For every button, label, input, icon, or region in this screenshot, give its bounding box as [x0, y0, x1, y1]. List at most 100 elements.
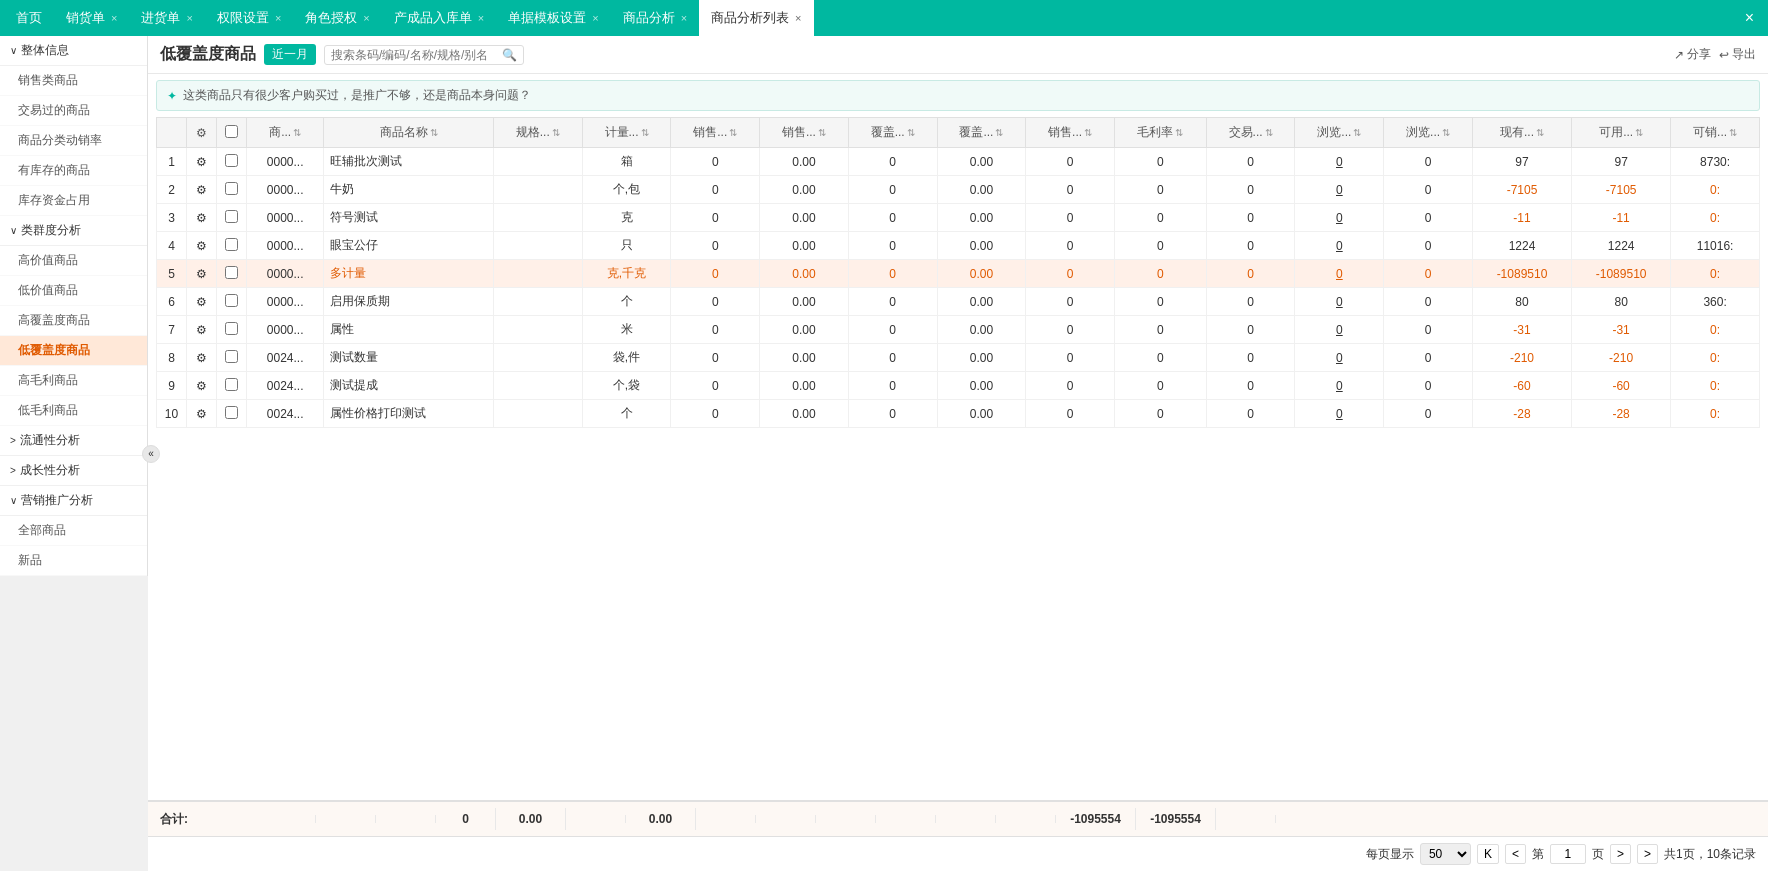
browse1-link[interactable]: 0: [1336, 379, 1343, 393]
row-browse1[interactable]: 0: [1295, 260, 1384, 288]
row-settings[interactable]: ⚙: [187, 176, 217, 204]
browse1-link[interactable]: 0: [1336, 351, 1343, 365]
row-settings[interactable]: ⚙: [187, 316, 217, 344]
nav-item-商品分析[interactable]: 商品分析×: [611, 0, 699, 36]
sidebar-section-成长性分析[interactable]: >成长性分析: [0, 456, 147, 486]
col-header-settings[interactable]: ⚙: [187, 118, 217, 148]
col-header-checkbox[interactable]: [217, 118, 247, 148]
page-number-input[interactable]: [1550, 844, 1586, 864]
sort-icon[interactable]: ⇅: [1265, 127, 1273, 138]
sidebar-item-低毛利商品[interactable]: 低毛利商品: [0, 396, 147, 426]
row-settings[interactable]: ⚙: [187, 204, 217, 232]
nav-close-icon[interactable]: ×: [363, 12, 369, 24]
sort-icon[interactable]: ⇅: [1175, 127, 1183, 138]
row-select-checkbox[interactable]: [225, 210, 238, 223]
sort-icon[interactable]: ⇅: [1536, 127, 1544, 138]
sort-icon[interactable]: ⇅: [907, 127, 915, 138]
row-browse1[interactable]: 0: [1295, 148, 1384, 176]
row-checkbox[interactable]: [217, 204, 247, 232]
sidebar-item-低覆盖度商品[interactable]: 低覆盖度商品: [0, 336, 147, 366]
row-settings[interactable]: ⚙: [187, 260, 217, 288]
row-select-checkbox[interactable]: [225, 154, 238, 167]
period-button[interactable]: 近一月: [264, 44, 316, 65]
row-settings[interactable]: ⚙: [187, 372, 217, 400]
row-select-checkbox[interactable]: [225, 350, 238, 363]
row-settings-icon[interactable]: ⚙: [196, 407, 207, 421]
sort-icon[interactable]: ⇅: [995, 127, 1003, 138]
row-settings[interactable]: ⚙: [187, 288, 217, 316]
nav-close-icon[interactable]: ×: [275, 12, 281, 24]
sidebar-item-低价值商品[interactable]: 低价值商品: [0, 276, 147, 306]
row-checkbox[interactable]: [217, 344, 247, 372]
sidebar-item-库存资金占用[interactable]: 库存资金占用: [0, 186, 147, 216]
sort-icon[interactable]: ⇅: [818, 127, 826, 138]
browse1-link[interactable]: 0: [1336, 155, 1343, 169]
browse1-link[interactable]: 0: [1336, 183, 1343, 197]
row-checkbox[interactable]: [217, 400, 247, 428]
sidebar-item-新品[interactable]: 新品: [0, 546, 147, 576]
prev-page-button[interactable]: <: [1505, 844, 1526, 864]
browse1-link[interactable]: 0: [1336, 407, 1343, 421]
sort-icon[interactable]: ⇅: [552, 127, 560, 138]
browse1-link[interactable]: 0: [1336, 267, 1343, 281]
row-checkbox[interactable]: [217, 288, 247, 316]
sidebar-item-交易过的商品[interactable]: 交易过的商品: [0, 96, 147, 126]
row-select-checkbox[interactable]: [225, 294, 238, 307]
row-settings-icon[interactable]: ⚙: [196, 183, 207, 197]
close-all-tabs-button[interactable]: ×: [1735, 9, 1764, 27]
sort-icon[interactable]: ⇅: [1084, 127, 1092, 138]
sort-icon[interactable]: ⇅: [1729, 127, 1737, 138]
row-settings-icon[interactable]: ⚙: [196, 295, 207, 309]
row-select-checkbox[interactable]: [225, 182, 238, 195]
nav-close-icon[interactable]: ×: [681, 12, 687, 24]
row-browse1[interactable]: 0: [1295, 288, 1384, 316]
row-settings-icon[interactable]: ⚙: [196, 379, 207, 393]
row-settings-icon[interactable]: ⚙: [196, 267, 207, 281]
select-all-checkbox[interactable]: [225, 125, 238, 138]
export-button[interactable]: ↩ 导出: [1719, 46, 1756, 63]
row-checkbox[interactable]: [217, 260, 247, 288]
nav-close-icon[interactable]: ×: [111, 12, 117, 24]
nav-close-icon[interactable]: ×: [478, 12, 484, 24]
row-select-checkbox[interactable]: [225, 378, 238, 391]
row-checkbox[interactable]: [217, 232, 247, 260]
sidebar-item-全部商品[interactable]: 全部商品: [0, 516, 147, 546]
nav-item-首页[interactable]: 首页: [4, 0, 54, 36]
row-settings[interactable]: ⚙: [187, 400, 217, 428]
settings-icon[interactable]: ⚙: [196, 126, 207, 140]
nav-close-icon[interactable]: ×: [186, 12, 192, 24]
browse1-link[interactable]: 0: [1336, 239, 1343, 253]
sidebar-item-销售类商品[interactable]: 销售类商品: [0, 66, 147, 96]
row-select-checkbox[interactable]: [225, 406, 238, 419]
row-checkbox[interactable]: [217, 148, 247, 176]
share-button[interactable]: ↗ 分享: [1674, 46, 1711, 63]
next-page-button[interactable]: >: [1610, 844, 1631, 864]
sidebar-section-流通性分析[interactable]: >流通性分析: [0, 426, 147, 456]
row-browse1[interactable]: 0: [1295, 344, 1384, 372]
last-page-button[interactable]: >: [1637, 844, 1658, 864]
sidebar-item-高覆盖度商品[interactable]: 高覆盖度商品: [0, 306, 147, 336]
row-browse1[interactable]: 0: [1295, 176, 1384, 204]
nav-item-权限设置[interactable]: 权限设置×: [205, 0, 293, 36]
nav-item-商品分析列表[interactable]: 商品分析列表×: [699, 0, 813, 36]
sort-icon[interactable]: ⇅: [729, 127, 737, 138]
sidebar-section-营销推广分析[interactable]: ∨营销推广分析: [0, 486, 147, 516]
row-settings[interactable]: ⚙: [187, 232, 217, 260]
sidebar-item-商品分类动销率[interactable]: 商品分类动销率: [0, 126, 147, 156]
row-browse1[interactable]: 0: [1295, 400, 1384, 428]
row-settings-icon[interactable]: ⚙: [196, 211, 207, 225]
row-settings-icon[interactable]: ⚙: [196, 155, 207, 169]
sort-icon[interactable]: ⇅: [430, 127, 438, 138]
row-checkbox[interactable]: [217, 176, 247, 204]
sort-icon[interactable]: ⇅: [641, 127, 649, 138]
row-browse1[interactable]: 0: [1295, 316, 1384, 344]
row-settings-icon[interactable]: ⚙: [196, 323, 207, 337]
row-select-checkbox[interactable]: [225, 238, 238, 251]
browse1-link[interactable]: 0: [1336, 211, 1343, 225]
row-settings-icon[interactable]: ⚙: [196, 239, 207, 253]
row-select-checkbox[interactable]: [225, 322, 238, 335]
nav-item-产成品入库单[interactable]: 产成品入库单×: [382, 0, 496, 36]
row-settings-icon[interactable]: ⚙: [196, 351, 207, 365]
search-input[interactable]: [331, 48, 502, 62]
row-browse1[interactable]: 0: [1295, 372, 1384, 400]
